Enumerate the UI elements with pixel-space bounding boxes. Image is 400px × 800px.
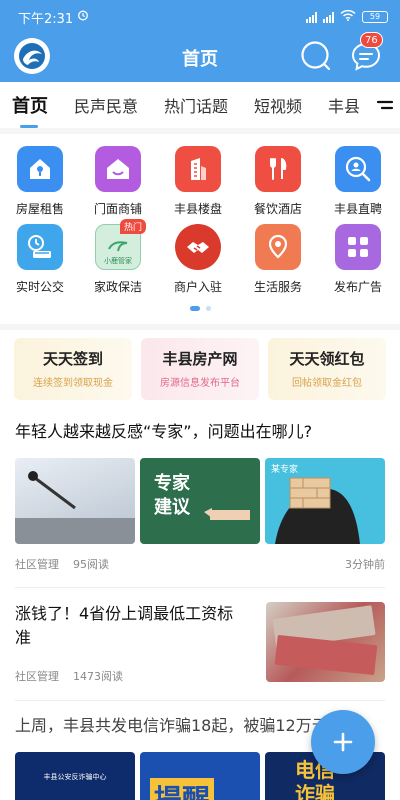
search-icon xyxy=(301,41,331,71)
article-thumbnail: 提醒 xyxy=(140,752,260,800)
signal-icon xyxy=(306,11,317,23)
alarm-icon xyxy=(77,9,89,25)
tab-hot-topics[interactable]: 热门话题 xyxy=(164,93,228,117)
service-post-ad[interactable]: 发布广告 xyxy=(318,224,398,295)
status-time: 下午2:31 xyxy=(18,11,74,27)
page-title: 首页 xyxy=(182,49,218,70)
service-dining[interactable]: 餐饮酒店 xyxy=(238,146,318,217)
article-title: 年轻人越来越反感“专家”，问题出在哪儿? xyxy=(15,422,313,441)
article-thumbnail xyxy=(15,458,135,544)
handshake-icon xyxy=(175,224,221,270)
search-button[interactable] xyxy=(299,39,333,73)
service-real-estate[interactable]: 丰县楼盘 xyxy=(158,146,238,217)
bus-clock-icon xyxy=(17,224,63,270)
page-indicator xyxy=(0,306,400,311)
article-item[interactable]: 涨钱了！4省份上调最低工资标准 xyxy=(15,602,247,650)
tab-public-opinion[interactable]: 民声民意 xyxy=(74,93,138,117)
status-bar: 下午2:31 59 xyxy=(0,0,400,34)
tab-home[interactable]: 首页 xyxy=(12,92,48,128)
building-icon xyxy=(175,146,221,192)
category-tabs: 首页 民声民意 热门话题 短视频 丰县 xyxy=(0,82,400,128)
plus-icon xyxy=(333,732,353,752)
promo-red-packet[interactable]: 天天领红包 回帖领取金红包 xyxy=(268,338,386,400)
article-meta: 社区管理 95阅读 3分钟前 xyxy=(15,556,385,572)
add-post-button[interactable] xyxy=(311,710,375,774)
page-dot xyxy=(205,306,211,311)
article-time: 3分钟前 xyxy=(345,558,385,571)
fork-knife-icon xyxy=(255,146,301,192)
signal-icon xyxy=(323,11,334,23)
promo-banner-row: 天天签到 连续签到领取现金 丰县房产网 房源信息发布平台 天天领红包 回帖领取金… xyxy=(0,330,400,404)
service-bus[interactable]: 实时公交 xyxy=(0,224,80,295)
housekeeping-icon: 小鹿管家 热门 xyxy=(95,219,146,270)
tab-short-video[interactable]: 短视频 xyxy=(254,93,302,117)
menu-icon xyxy=(376,100,394,110)
house-key-icon xyxy=(17,146,63,192)
article-thumbnail: 某专家 xyxy=(265,458,385,544)
divider xyxy=(15,700,385,701)
promo-housing-net[interactable]: 丰县房产网 房源信息发布平台 xyxy=(141,338,259,400)
article-source: 社区管理 xyxy=(15,670,59,683)
tab-menu-button[interactable] xyxy=(370,82,400,128)
shop-icon xyxy=(95,146,141,192)
tab-fengxian[interactable]: 丰县 xyxy=(328,93,360,117)
service-housekeeping[interactable]: 小鹿管家 热门 家政保洁 xyxy=(78,219,158,295)
article-source: 社区管理 xyxy=(15,558,59,571)
top-header: 下午2:31 59 首页 76 xyxy=(0,0,400,82)
app-logo[interactable] xyxy=(14,38,50,74)
promo-checkin[interactable]: 天天签到 连续签到领取现金 xyxy=(14,338,132,400)
service-house-rental[interactable]: 房屋租售 xyxy=(0,146,80,217)
article-thumbnail: 专家 建议 xyxy=(140,458,260,544)
app-bar: 首页 76 xyxy=(0,32,400,82)
service-storefront[interactable]: 门面商铺 xyxy=(78,146,158,217)
article-thumbnail: 丰县公安反诈骗中心 xyxy=(15,752,135,800)
message-count-badge: 76 xyxy=(360,32,383,48)
article-title: 涨钱了！4省份上调最低工资标准 xyxy=(15,604,234,647)
hot-tag: 热门 xyxy=(119,219,146,234)
location-pin-icon xyxy=(255,224,301,270)
divider xyxy=(15,587,385,588)
job-search-icon xyxy=(335,146,381,192)
service-merchant-join[interactable]: 商户入驻 xyxy=(158,224,238,295)
service-grid: 房屋租售 门面商铺 丰县楼盘 餐饮酒店 丰县直聘 实时公交 小鹿管家 热门 家政… xyxy=(0,134,400,324)
article-item[interactable]: 年轻人越来越反感“专家”，问题出在哪儿? xyxy=(15,420,385,444)
service-life[interactable]: 生活服务 xyxy=(238,224,318,295)
wifi-icon xyxy=(340,9,356,25)
apps-grid-icon xyxy=(335,224,381,270)
article-reads: 95阅读 xyxy=(73,558,109,571)
battery-icon: 59 xyxy=(362,11,388,23)
page-dot-active xyxy=(189,306,200,311)
article-reads: 1473阅读 xyxy=(73,670,123,683)
article-meta: 社区管理 1473阅读 xyxy=(15,668,385,684)
service-jobs[interactable]: 丰县直聘 xyxy=(318,146,398,217)
